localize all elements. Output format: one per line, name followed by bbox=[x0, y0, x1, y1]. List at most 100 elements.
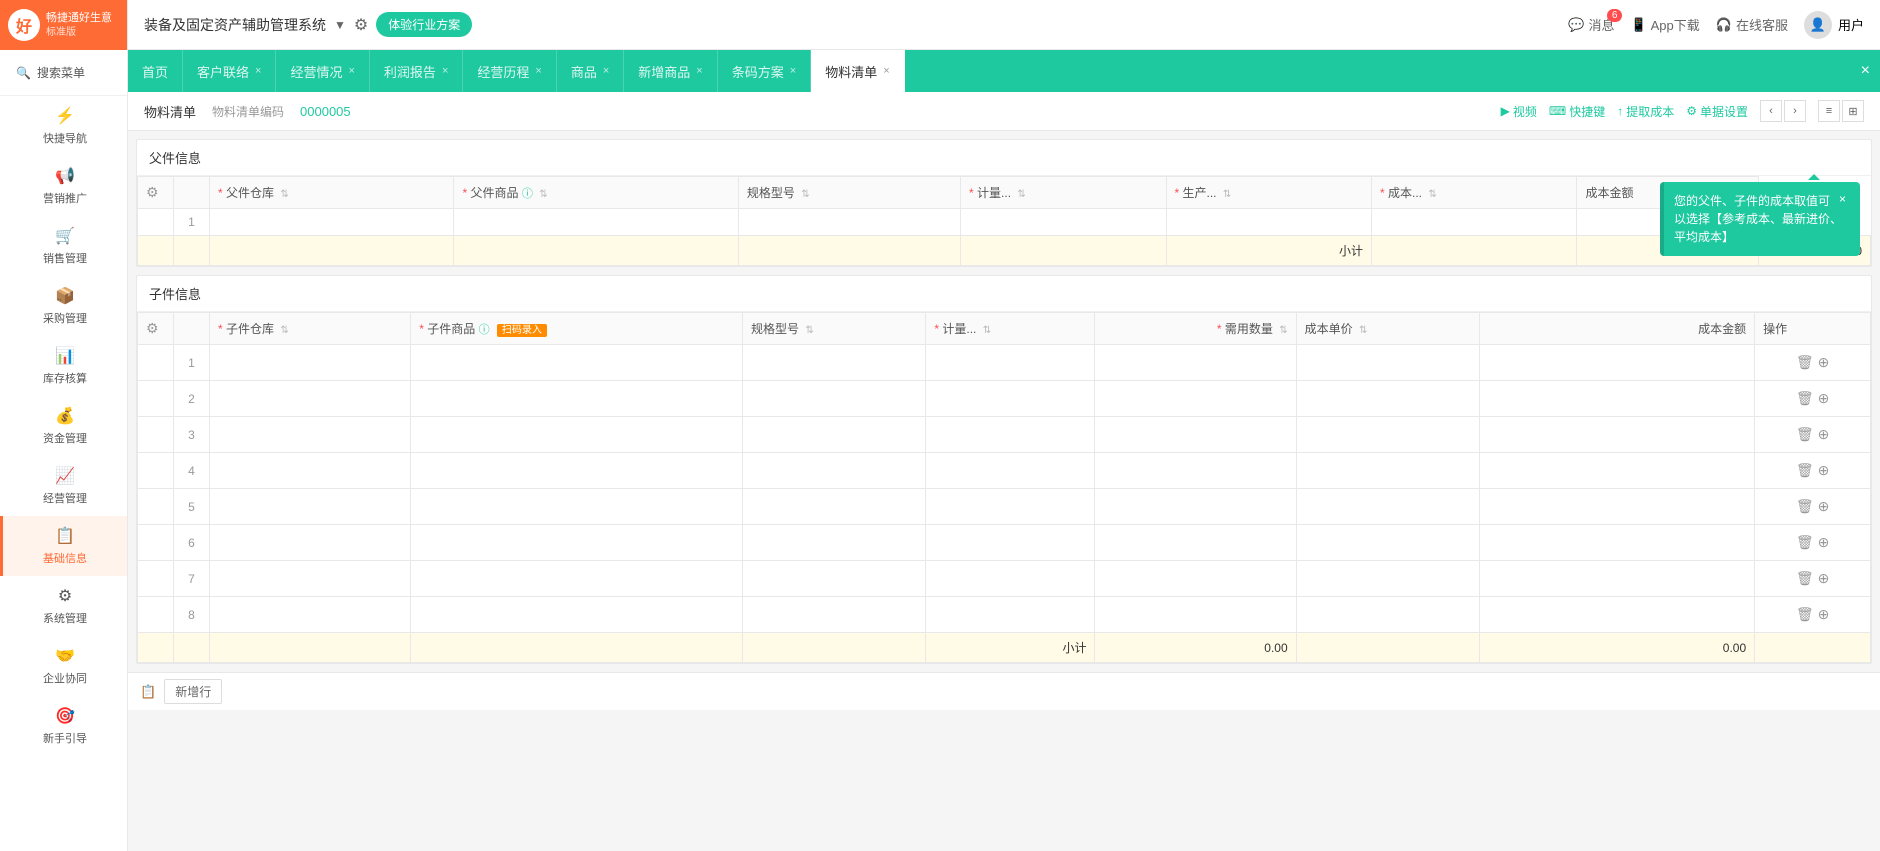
tab-bar-close[interactable]: × bbox=[1851, 62, 1880, 80]
child-row-product[interactable] bbox=[411, 561, 743, 597]
single-settings-button[interactable]: ⚙ 单据设置 bbox=[1686, 103, 1748, 120]
child-row-spec[interactable] bbox=[742, 453, 925, 489]
tab-profit-report-close[interactable]: × bbox=[442, 65, 448, 77]
copy-row-button[interactable]: ⊕ bbox=[1818, 354, 1830, 371]
delete-row-button[interactable]: 🗑 bbox=[1796, 354, 1814, 371]
child-row-cost-amount[interactable] bbox=[1480, 561, 1755, 597]
delete-row-button[interactable]: 🗑 bbox=[1796, 498, 1814, 515]
delete-row-button[interactable]: 🗑 bbox=[1796, 606, 1814, 623]
sidebar-item-quick-nav[interactable]: ⚡ 快捷导航 bbox=[0, 96, 127, 156]
tab-products-close[interactable]: × bbox=[603, 65, 609, 77]
child-row-product[interactable] bbox=[411, 453, 743, 489]
copy-row-button[interactable]: ⊕ bbox=[1818, 606, 1830, 623]
copy-row-button[interactable]: ⊕ bbox=[1818, 570, 1830, 587]
sidebar-item-purchase[interactable]: 📦 采购管理 bbox=[0, 276, 127, 336]
child-row-product[interactable] bbox=[411, 381, 743, 417]
delete-row-button[interactable]: 🗑 bbox=[1796, 390, 1814, 407]
sidebar-item-basic-info[interactable]: 📋 基础信息 bbox=[0, 516, 127, 576]
child-row-unit-cost[interactable] bbox=[1296, 345, 1479, 381]
child-row-qty[interactable] bbox=[1095, 597, 1296, 633]
child-row-qty[interactable] bbox=[1095, 453, 1296, 489]
tab-profit-report[interactable]: 利润报告 × bbox=[370, 50, 463, 92]
tab-customer[interactable]: 客户联络 × bbox=[183, 50, 276, 92]
child-row-unit[interactable] bbox=[926, 597, 1095, 633]
child-row-unit-cost[interactable] bbox=[1296, 453, 1479, 489]
tab-barcode[interactable]: 条码方案 × bbox=[718, 50, 811, 92]
app-download-button[interactable]: 📱 App下载 bbox=[1630, 15, 1699, 34]
child-row-unit[interactable] bbox=[926, 489, 1095, 525]
tab-products[interactable]: 商品 × bbox=[557, 50, 624, 92]
parent-row-production[interactable] bbox=[1166, 209, 1371, 236]
child-row-cost-amount[interactable] bbox=[1480, 381, 1755, 417]
child-row-spec[interactable] bbox=[742, 561, 925, 597]
tab-home[interactable]: 首页 bbox=[128, 50, 183, 92]
child-row-unit[interactable] bbox=[926, 381, 1095, 417]
parent-row-cost[interactable] bbox=[1371, 209, 1576, 236]
child-row-unit-cost[interactable] bbox=[1296, 597, 1479, 633]
tooltip-close-button[interactable]: × bbox=[1839, 192, 1846, 206]
sidebar-item-sales[interactable]: 🛒 销售管理 bbox=[0, 216, 127, 276]
child-row-unit[interactable] bbox=[926, 453, 1095, 489]
child-row-warehouse[interactable] bbox=[210, 381, 411, 417]
tab-new-products[interactable]: 新增商品 × bbox=[624, 50, 717, 92]
child-table-settings-button[interactable]: ⚙ bbox=[146, 320, 159, 337]
child-row-warehouse[interactable] bbox=[210, 597, 411, 633]
sidebar-item-system[interactable]: ⚙ 系统管理 bbox=[0, 576, 127, 636]
sidebar-item-guide[interactable]: 🎯 新手引导 bbox=[0, 696, 127, 756]
online-service-button[interactable]: 🎧 在线客服 bbox=[1716, 15, 1788, 34]
prev-button[interactable]: ‹ bbox=[1760, 100, 1782, 122]
child-row-cost-amount[interactable] bbox=[1480, 453, 1755, 489]
extract-cost-button[interactable]: ↑ 提取成本 bbox=[1617, 103, 1674, 120]
tab-ops-history-close[interactable]: × bbox=[535, 65, 541, 77]
child-row-spec[interactable] bbox=[742, 489, 925, 525]
child-row-cost-amount[interactable] bbox=[1480, 345, 1755, 381]
child-row-qty[interactable] bbox=[1095, 489, 1296, 525]
copy-row-button[interactable]: ⊕ bbox=[1818, 462, 1830, 479]
message-button[interactable]: 💬 消息 6 bbox=[1568, 15, 1614, 34]
child-row-qty[interactable] bbox=[1095, 345, 1296, 381]
tab-ops-status[interactable]: 经营情况 × bbox=[276, 50, 369, 92]
child-row-product[interactable] bbox=[411, 345, 743, 381]
child-row-product[interactable] bbox=[411, 489, 743, 525]
child-row-qty[interactable] bbox=[1095, 561, 1296, 597]
delete-row-button[interactable]: 🗑 bbox=[1796, 534, 1814, 551]
child-row-spec[interactable] bbox=[742, 525, 925, 561]
child-row-warehouse[interactable] bbox=[210, 561, 411, 597]
child-row-warehouse[interactable] bbox=[210, 489, 411, 525]
add-row-button[interactable]: 新增行 bbox=[164, 679, 222, 704]
sidebar-item-enterprise[interactable]: 🤝 企业协同 bbox=[0, 636, 127, 696]
child-row-unit[interactable] bbox=[926, 561, 1095, 597]
sidebar-item-finance[interactable]: 💰 资金管理 bbox=[0, 396, 127, 456]
system-dropdown-button[interactable]: ▼ bbox=[334, 18, 346, 32]
copy-row-button[interactable]: ⊕ bbox=[1818, 426, 1830, 443]
settings-button[interactable]: ⚙ bbox=[354, 15, 368, 35]
shortcut-button[interactable]: ⌨ 快捷键 bbox=[1549, 103, 1605, 120]
child-row-spec[interactable] bbox=[742, 597, 925, 633]
child-row-qty[interactable] bbox=[1095, 381, 1296, 417]
sidebar-item-operations[interactable]: 📈 经营管理 bbox=[0, 456, 127, 516]
child-row-warehouse[interactable] bbox=[210, 345, 411, 381]
child-row-unit-cost[interactable] bbox=[1296, 489, 1479, 525]
child-row-unit-cost[interactable] bbox=[1296, 417, 1479, 453]
user-area[interactable]: 👤 用户 bbox=[1804, 11, 1864, 39]
child-row-product[interactable] bbox=[411, 597, 743, 633]
next-button[interactable]: › bbox=[1784, 100, 1806, 122]
parent-row-product[interactable] bbox=[454, 209, 738, 236]
parent-row-spec[interactable] bbox=[738, 209, 960, 236]
child-row-unit[interactable] bbox=[926, 417, 1095, 453]
child-row-cost-amount[interactable] bbox=[1480, 597, 1755, 633]
parent-table-settings-button[interactable]: ⚙ bbox=[146, 184, 159, 201]
tab-ops-history[interactable]: 经营历程 × bbox=[463, 50, 556, 92]
child-row-spec[interactable] bbox=[742, 417, 925, 453]
child-row-warehouse[interactable] bbox=[210, 525, 411, 561]
grid-view-button[interactable]: ⊞ bbox=[1842, 100, 1864, 122]
child-row-cost-amount[interactable] bbox=[1480, 417, 1755, 453]
child-row-unit-cost[interactable] bbox=[1296, 561, 1479, 597]
sidebar-item-marketing[interactable]: 📢 营销推广 bbox=[0, 156, 127, 216]
parent-row-warehouse[interactable] bbox=[210, 209, 454, 236]
child-row-unit-cost[interactable] bbox=[1296, 525, 1479, 561]
trial-button[interactable]: 体验行业方案 bbox=[376, 12, 472, 37]
breadcrumb[interactable]: 物料清单 bbox=[144, 102, 196, 121]
tab-new-products-close[interactable]: × bbox=[696, 65, 702, 77]
tab-barcode-close[interactable]: × bbox=[790, 65, 796, 77]
